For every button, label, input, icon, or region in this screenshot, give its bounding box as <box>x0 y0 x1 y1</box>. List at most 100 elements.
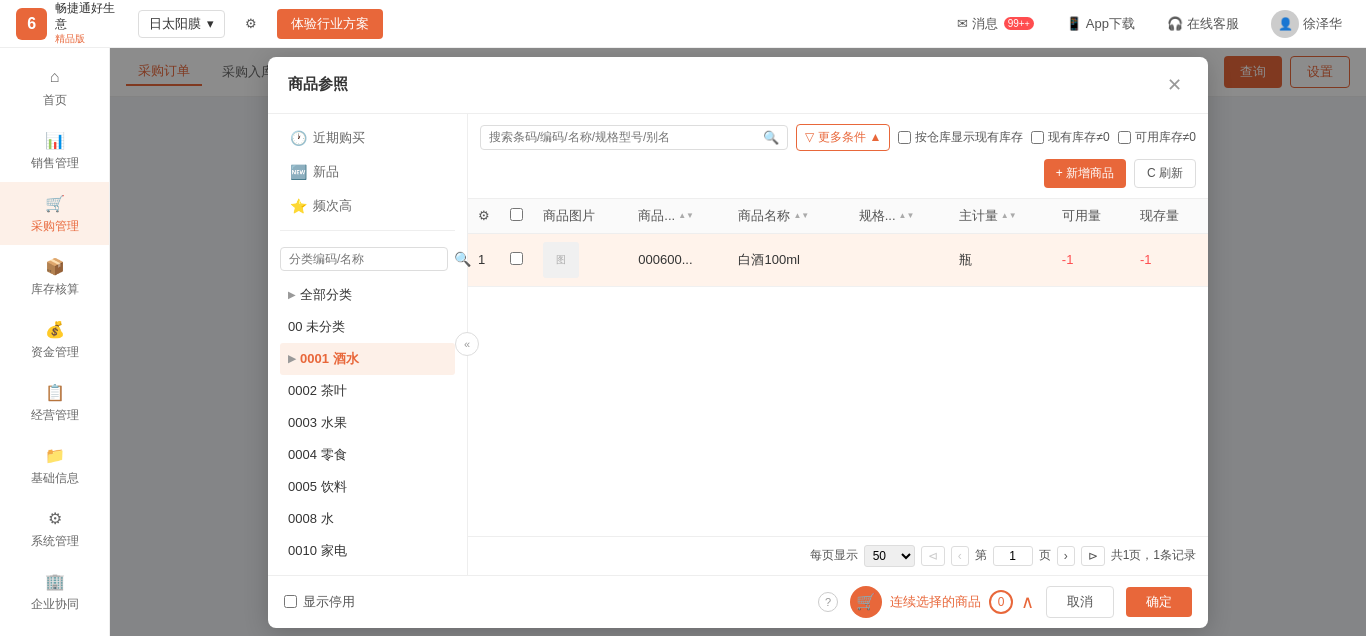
finance-icon: 💰 <box>44 318 66 340</box>
cell-checkbox[interactable] <box>500 233 533 286</box>
first-page-button[interactable]: ⊲ <box>921 546 945 566</box>
settings-icon[interactable]: ⚙ <box>478 208 490 223</box>
show-disabled-input[interactable] <box>284 595 297 608</box>
cat-item-0005[interactable]: 0005 饮料 <box>280 471 455 503</box>
recent-buy-tab[interactable]: 🕐 近期购买 <box>280 122 455 154</box>
cart-count: 0 <box>989 590 1013 614</box>
cat-item-0003[interactable]: 0003 水果 <box>280 407 455 439</box>
frequent-tab[interactable]: ⭐ 频次高 <box>280 190 455 222</box>
th-image: 商品图片 <box>533 199 628 234</box>
table-row[interactable]: 1 图 000600... 白酒100ml <box>468 233 1208 286</box>
category-search-button[interactable]: 🔍 <box>454 251 471 267</box>
store-selector[interactable]: 日太阳膜 ▾ <box>138 10 225 38</box>
select-all-checkbox[interactable] <box>510 208 523 221</box>
logo-sub: 精品版 <box>55 32 126 46</box>
sidebar-item-operations[interactable]: 📋 经营管理 <box>0 371 109 434</box>
online-service-button[interactable]: 🎧 在线客服 <box>1159 11 1247 37</box>
unit-col-label: 主计量 <box>959 207 998 225</box>
cat-label-00: 00 未分类 <box>288 318 345 336</box>
store-name: 日太阳膜 <box>149 15 201 33</box>
user-menu[interactable]: 👤 徐泽华 <box>1263 6 1350 42</box>
help-icon[interactable]: ? <box>818 592 838 612</box>
code-sort[interactable]: 商品... ▲▼ <box>638 207 694 225</box>
collapse-cart-button[interactable]: ∧ <box>1021 591 1034 613</box>
available-stock-input[interactable] <box>1118 131 1131 144</box>
sidebar-item-guide[interactable]: 📖 新手引导 <box>0 623 109 636</box>
sidebar-item-home[interactable]: ⌂ 首页 <box>0 56 109 119</box>
show-disabled-checkbox[interactable]: 显示停用 <box>284 593 355 611</box>
add-product-button[interactable]: + 新增商品 <box>1044 159 1126 188</box>
sidebar: ⌂ 首页 📊 销售管理 🛒 采购管理 📦 库存核算 💰 资金管理 📋 经营管理 … <box>0 48 110 636</box>
experience-button[interactable]: 体验行业方案 <box>277 9 383 39</box>
product-search-input[interactable] <box>489 130 759 144</box>
sales-icon: 📊 <box>44 129 66 151</box>
enterprise-icon: 🏢 <box>44 570 66 592</box>
rp-actions: + 新增商品 C 刷新 <box>1044 159 1196 188</box>
sidebar-item-sales[interactable]: 📊 销售管理 <box>0 119 109 182</box>
operations-icon: 📋 <box>44 381 66 403</box>
cat-item-0002[interactable]: 0002 茶叶 <box>280 375 455 407</box>
category-search-box: 🔍 <box>268 239 467 279</box>
row-checkbox[interactable] <box>510 252 523 265</box>
product-table-wrap: ⚙ 商品图片 商品... <box>468 199 1208 536</box>
sidebar-item-label: 资金管理 <box>31 344 79 361</box>
more-filter-button[interactable]: ▽ 更多条件 ▲ <box>796 124 891 151</box>
page-input[interactable] <box>993 546 1033 566</box>
existing-stock-checkbox[interactable]: 现有库存≠0 <box>1031 129 1109 146</box>
sidebar-item-purchase[interactable]: 🛒 采购管理 <box>0 182 109 245</box>
dialog-close-button[interactable]: ✕ <box>1160 71 1188 99</box>
unit-sort[interactable]: 主计量 ▲▼ <box>959 207 1017 225</box>
pagination: 每页显示 50 10 20 100 ⊲ ‹ 第 页 <box>468 536 1208 575</box>
username: 徐泽华 <box>1303 15 1342 33</box>
phone-icon: 📱 <box>1066 16 1082 31</box>
th-code[interactable]: 商品... ▲▼ <box>628 199 728 234</box>
sidebar-item-label: 库存核算 <box>31 281 79 298</box>
cat-item-0008[interactable]: 0008 水 <box>280 503 455 535</box>
cat-item-0004[interactable]: 0004 零食 <box>280 439 455 471</box>
sidebar-item-label: 企业协同 <box>31 596 79 613</box>
frequent-icon: ⭐ <box>290 198 307 214</box>
cancel-button[interactable]: 取消 <box>1046 586 1114 618</box>
spec-sort[interactable]: 规格... ▲▼ <box>859 207 915 225</box>
cart-icon[interactable]: 🛒 <box>850 586 882 618</box>
gear-icon: ⚙ <box>245 16 257 31</box>
gear-button[interactable]: ⚙ <box>237 12 265 35</box>
new-products-tab[interactable]: 🆕 新品 <box>280 156 455 188</box>
th-name[interactable]: 商品名称 ▲▼ <box>728 199 848 234</box>
sidebar-item-finance[interactable]: 💰 资金管理 <box>0 308 109 371</box>
panel-collapse-button[interactable]: « <box>455 332 479 356</box>
cell-index: 1 <box>468 233 500 286</box>
th-unit[interactable]: 主计量 ▲▼ <box>949 199 1052 234</box>
prev-page-button[interactable]: ‹ <box>951 546 969 566</box>
sidebar-item-system[interactable]: ⚙ 系统管理 <box>0 497 109 560</box>
dialog-footer: 显示停用 ? 🛒 连续选择的商品 0 ∧ 取消 确定 <box>268 575 1208 628</box>
per-page-select[interactable]: 50 10 20 100 <box>864 545 915 567</box>
cat-item-00[interactable]: 00 未分类 <box>280 311 455 343</box>
existing-stock-input[interactable] <box>1031 131 1044 144</box>
available-stock-checkbox[interactable]: 可用库存≠0 <box>1118 129 1196 146</box>
warehouse-display-label: 按仓库显示现有库存 <box>915 129 1023 146</box>
product-search-box[interactable]: 🔍 <box>480 125 788 150</box>
category-search-input[interactable] <box>280 247 448 271</box>
sidebar-item-enterprise[interactable]: 🏢 企业协同 <box>0 560 109 623</box>
last-page-button[interactable]: ⊳ <box>1081 546 1105 566</box>
cell-spec <box>849 233 949 286</box>
page-label: 第 <box>975 547 987 564</box>
app-download-button[interactable]: 📱 App下载 <box>1058 11 1143 37</box>
cat-item-all[interactable]: ▶ 全部分类 <box>280 279 455 311</box>
sidebar-item-basic[interactable]: 📁 基础信息 <box>0 434 109 497</box>
confirm-button[interactable]: 确定 <box>1126 587 1192 617</box>
th-spec[interactable]: 规格... ▲▼ <box>849 199 949 234</box>
name-sort[interactable]: 商品名称 ▲▼ <box>738 207 809 225</box>
refresh-button[interactable]: C 刷新 <box>1134 159 1196 188</box>
sidebar-item-inventory[interactable]: 📦 库存核算 <box>0 245 109 308</box>
warehouse-display-input[interactable] <box>898 131 911 144</box>
warehouse-display-checkbox[interactable]: 按仓库显示现有库存 <box>898 129 1023 146</box>
content-area: 采购订单 采购入库 查询 设置 商品参照 ✕ <box>110 48 1366 636</box>
cat-item-0001[interactable]: ▶ 0001 酒水 <box>280 343 455 375</box>
next-page-button[interactable]: › <box>1057 546 1075 566</box>
purchase-icon: 🛒 <box>44 192 66 214</box>
cat-item-0010[interactable]: 0010 家电 <box>280 535 455 567</box>
message-button[interactable]: ✉ 消息 99++ <box>949 11 1042 37</box>
name-sort-arrows: ▲▼ <box>793 212 809 220</box>
